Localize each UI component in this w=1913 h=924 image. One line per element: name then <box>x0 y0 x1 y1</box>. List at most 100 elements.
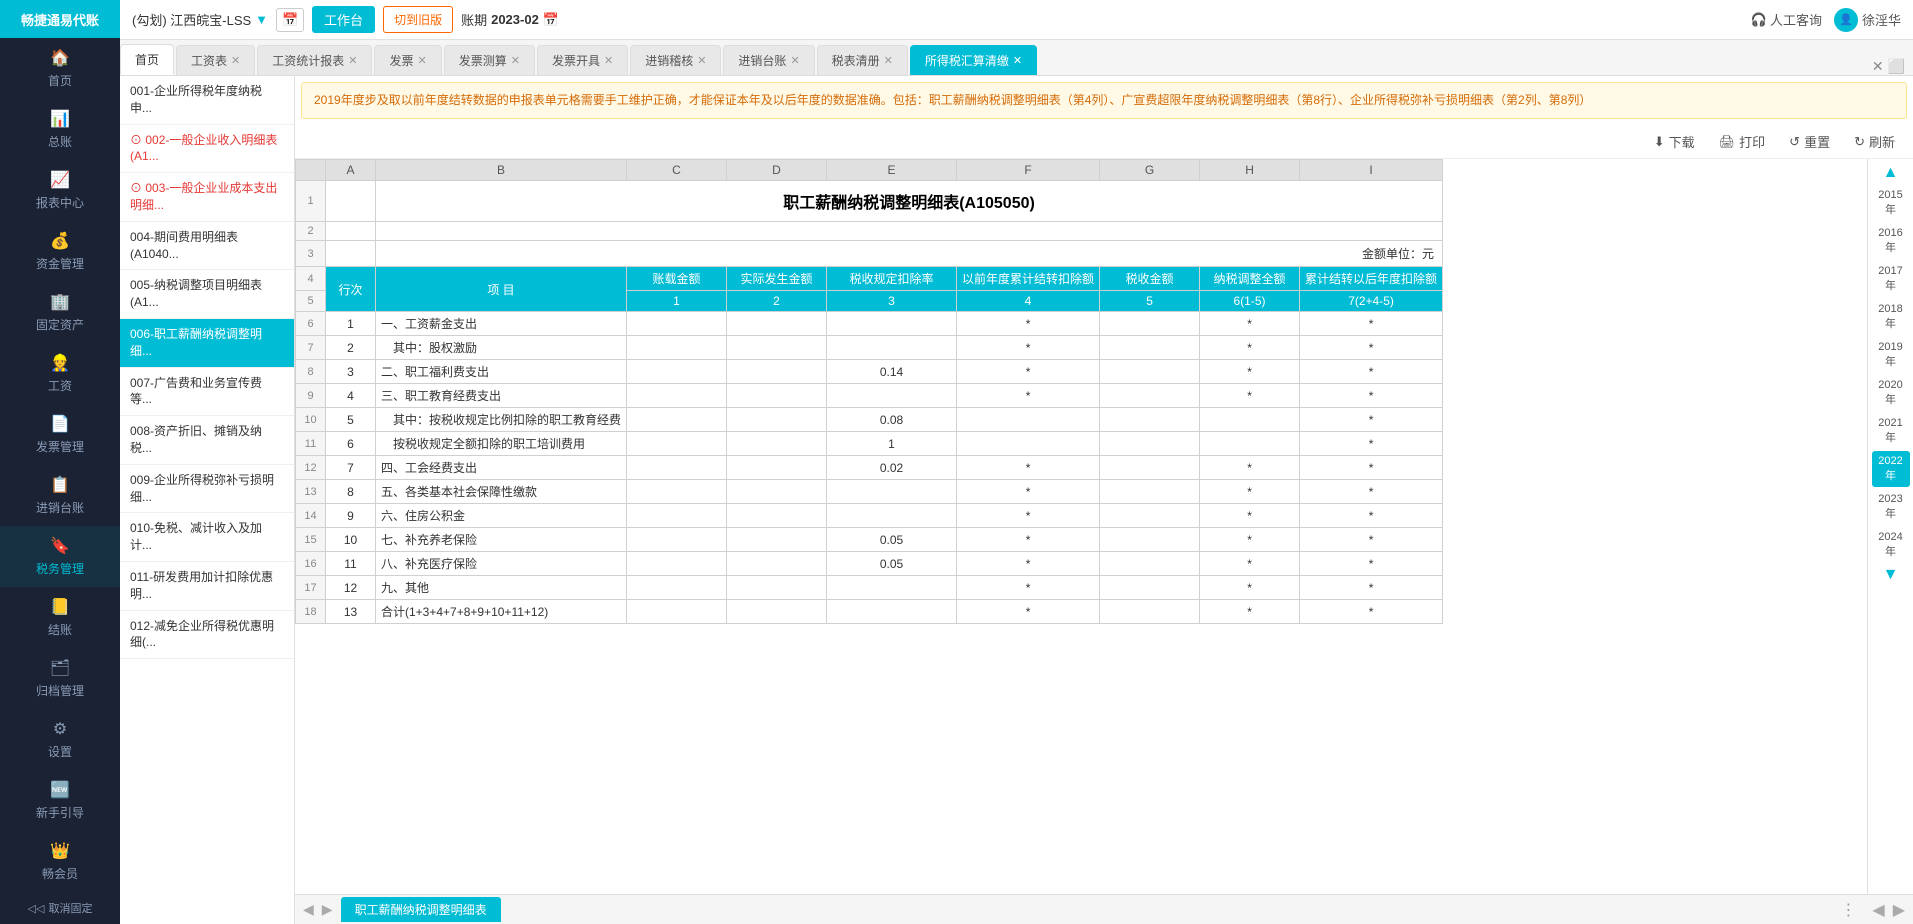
cell-f[interactable]: * <box>957 504 1100 528</box>
year-2017[interactable]: 2017年 <box>1872 261 1910 297</box>
cell-e[interactable] <box>827 600 957 624</box>
cell-h[interactable]: * <box>1200 336 1300 360</box>
cell-d[interactable] <box>727 432 827 456</box>
sidebar-item-sales[interactable]: 📋 进销台账 <box>0 465 120 526</box>
cell-item[interactable]: 六、住房公积金 <box>376 504 627 528</box>
cell-seq[interactable]: 9 <box>326 504 376 528</box>
switch-btn[interactable]: 切到旧版 <box>383 6 453 33</box>
cell-f[interactable]: * <box>957 480 1100 504</box>
tab-close[interactable]: ✕ <box>790 54 799 67</box>
cell-seq[interactable]: 6 <box>326 432 376 456</box>
cell-h[interactable] <box>1200 408 1300 432</box>
tab-close[interactable]: ✕ <box>511 54 520 67</box>
cell-seq[interactable]: 8 <box>326 480 376 504</box>
cell-d[interactable] <box>727 360 827 384</box>
cell-e[interactable]: 0.05 <box>827 528 957 552</box>
list-item-2[interactable]: ⊙ 003-一般企业业成本支出明细... <box>120 173 294 222</box>
cell-f[interactable]: * <box>957 384 1100 408</box>
cell-f[interactable]: * <box>957 312 1100 336</box>
cell-g[interactable] <box>1100 360 1200 384</box>
cell-item[interactable]: 一、工资薪金支出 <box>376 312 627 336</box>
cell-h[interactable]: * <box>1200 456 1300 480</box>
cell-item[interactable]: 按税收规定全额扣除的职工培训费用 <box>376 432 627 456</box>
cell-i[interactable]: * <box>1300 504 1443 528</box>
cell-d[interactable] <box>727 528 827 552</box>
cell-d[interactable] <box>727 504 827 528</box>
cell-i[interactable]: * <box>1300 600 1443 624</box>
cell-a1[interactable] <box>326 181 376 222</box>
cell-c[interactable] <box>627 504 727 528</box>
cell-f[interactable]: * <box>957 456 1100 480</box>
cell-d[interactable] <box>727 312 827 336</box>
cell-g[interactable] <box>1100 528 1200 552</box>
cell-seq[interactable]: 12 <box>326 576 376 600</box>
sidebar-item-home[interactable]: 🏠 首页 <box>0 38 120 99</box>
sheet-scroll-right[interactable]: ▶ <box>1893 900 1905 920</box>
cell-c[interactable] <box>627 600 727 624</box>
tab-sales-check[interactable]: 进销稽核 ✕ <box>630 45 721 75</box>
year-2019[interactable]: 2019年 <box>1872 337 1910 373</box>
cell-h[interactable]: * <box>1200 384 1300 408</box>
year-2024[interactable]: 2024年 <box>1872 527 1910 563</box>
list-item-10[interactable]: 011-研发费用加计扣除优惠明... <box>120 562 294 611</box>
company-dropdown-icon[interactable]: ▼ <box>255 12 268 27</box>
cell-e[interactable] <box>827 504 957 528</box>
cell-i[interactable]: * <box>1300 360 1443 384</box>
cell-seq[interactable]: 4 <box>326 384 376 408</box>
maximize-icon[interactable]: ⬜ <box>1888 58 1905 75</box>
cell-i[interactable]: * <box>1300 408 1443 432</box>
cell-i[interactable]: * <box>1300 312 1443 336</box>
cell-f[interactable]: * <box>957 576 1100 600</box>
cell-c[interactable] <box>627 384 727 408</box>
cell-c[interactable] <box>627 408 727 432</box>
list-item-1[interactable]: ⊙ 002-一般企业收入明细表(A1... <box>120 125 294 174</box>
cell-e[interactable] <box>827 336 957 360</box>
sidebar-item-report[interactable]: 📈 报表中心 <box>0 160 120 221</box>
list-item-11[interactable]: 012-减免企业所得税优惠明细(... <box>120 611 294 660</box>
cell-h[interactable]: * <box>1200 480 1300 504</box>
cell-d[interactable] <box>727 408 827 432</box>
list-item-6[interactable]: 007-广告费和业务宣传费等... <box>120 368 294 417</box>
cell-seq[interactable]: 7 <box>326 456 376 480</box>
cell-h[interactable]: * <box>1200 576 1300 600</box>
cell-c[interactable] <box>627 312 727 336</box>
user-info[interactable]: 👤 徐淫华 <box>1834 8 1901 32</box>
cell-d[interactable] <box>727 384 827 408</box>
sidebar-item-closing[interactable]: 📒 结账 <box>0 587 120 648</box>
cell-i[interactable]: * <box>1300 552 1443 576</box>
tab-payroll-report[interactable]: 工资统计报表 ✕ <box>257 45 372 75</box>
cell-item[interactable]: 九、其他 <box>376 576 627 600</box>
cell-seq[interactable]: 3 <box>326 360 376 384</box>
cell-f[interactable]: * <box>957 552 1100 576</box>
cell-c[interactable] <box>627 336 727 360</box>
cell-seq[interactable]: 13 <box>326 600 376 624</box>
cell-item[interactable]: 五、各类基本社会保障性缴款 <box>376 480 627 504</box>
cell-d[interactable] <box>727 600 827 624</box>
cell-f[interactable]: * <box>957 360 1100 384</box>
list-item-3[interactable]: 004-期间费用明细表(A1040... <box>120 222 294 271</box>
tab-close[interactable]: ✕ <box>604 54 613 67</box>
cell-i[interactable]: * <box>1300 456 1443 480</box>
list-item-4[interactable]: 005-纳税调整项目明细表(A1... <box>120 270 294 319</box>
cell-d[interactable] <box>727 336 827 360</box>
cell-c[interactable] <box>627 456 727 480</box>
cell-f[interactable] <box>957 408 1100 432</box>
year-2021[interactable]: 2021年 <box>1872 413 1910 449</box>
calendar-btn[interactable]: 📅 <box>276 8 304 32</box>
cell-h[interactable]: * <box>1200 552 1300 576</box>
cell-g[interactable] <box>1100 456 1200 480</box>
workbench-button[interactable]: 工作台 <box>312 6 375 33</box>
support-btn[interactable]: 🎧 人工客询 <box>1751 10 1822 29</box>
cell-e[interactable] <box>827 480 957 504</box>
cell-h[interactable] <box>1200 432 1300 456</box>
scroll-left-icon[interactable]: ◀ <box>303 901 314 918</box>
cell-item[interactable]: 七、补充养老保险 <box>376 528 627 552</box>
cell-e[interactable]: 0.14 <box>827 360 957 384</box>
tab-close[interactable]: ✕ <box>231 54 240 67</box>
cell-c[interactable] <box>627 360 727 384</box>
list-item-9[interactable]: 010-免税、减计收入及加计... <box>120 513 294 562</box>
cell-seq[interactable]: 10 <box>326 528 376 552</box>
cell-i[interactable]: * <box>1300 432 1443 456</box>
cell-item[interactable]: 八、补充医疗保险 <box>376 552 627 576</box>
sidebar-item-finance[interactable]: 💰 资金管理 <box>0 221 120 282</box>
